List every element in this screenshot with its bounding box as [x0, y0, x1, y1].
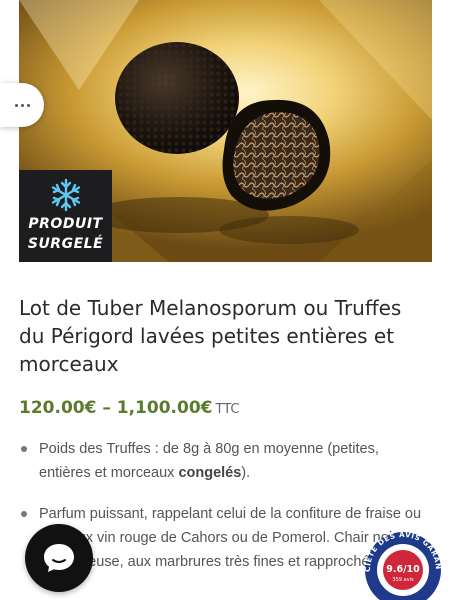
- bullet-tail: ).: [241, 465, 251, 481]
- chat-button[interactable]: [25, 524, 93, 592]
- ellipsis-dot: [20, 103, 24, 107]
- ellipsis-icon: [14, 103, 18, 107]
- badge-line-1: PRODUIT: [28, 216, 103, 232]
- ellipsis-dot: [26, 103, 30, 107]
- avis-garantis-seal[interactable]: SOCIÉTÉ DES AVIS GARANTIS 9.6/10 359 avi…: [355, 515, 448, 600]
- chat-bubble-icon: [44, 544, 74, 572]
- badge-line-2: SURGELÉ: [27, 236, 104, 252]
- more-options-button[interactable]: [0, 83, 44, 127]
- seal-count: 359 avis: [392, 577, 414, 583]
- product-price: 120.00€ – 1,100.00€ TTC: [19, 398, 239, 418]
- list-item: Poids des Truffes : de 8g à 80g en moyen…: [19, 437, 429, 485]
- price-range: 120.00€ – 1,100.00€: [19, 398, 213, 418]
- seal-score: 9.6/10: [386, 564, 420, 575]
- bullet-bold: congelés: [178, 465, 242, 481]
- snowflake-icon: [51, 178, 81, 212]
- price-suffix: TTC: [215, 402, 240, 417]
- product-title: Lot de Tuber Melanosporum ou Truffes du …: [19, 296, 402, 376]
- frozen-product-badge: PRODUIT SURGELÉ: [19, 170, 112, 262]
